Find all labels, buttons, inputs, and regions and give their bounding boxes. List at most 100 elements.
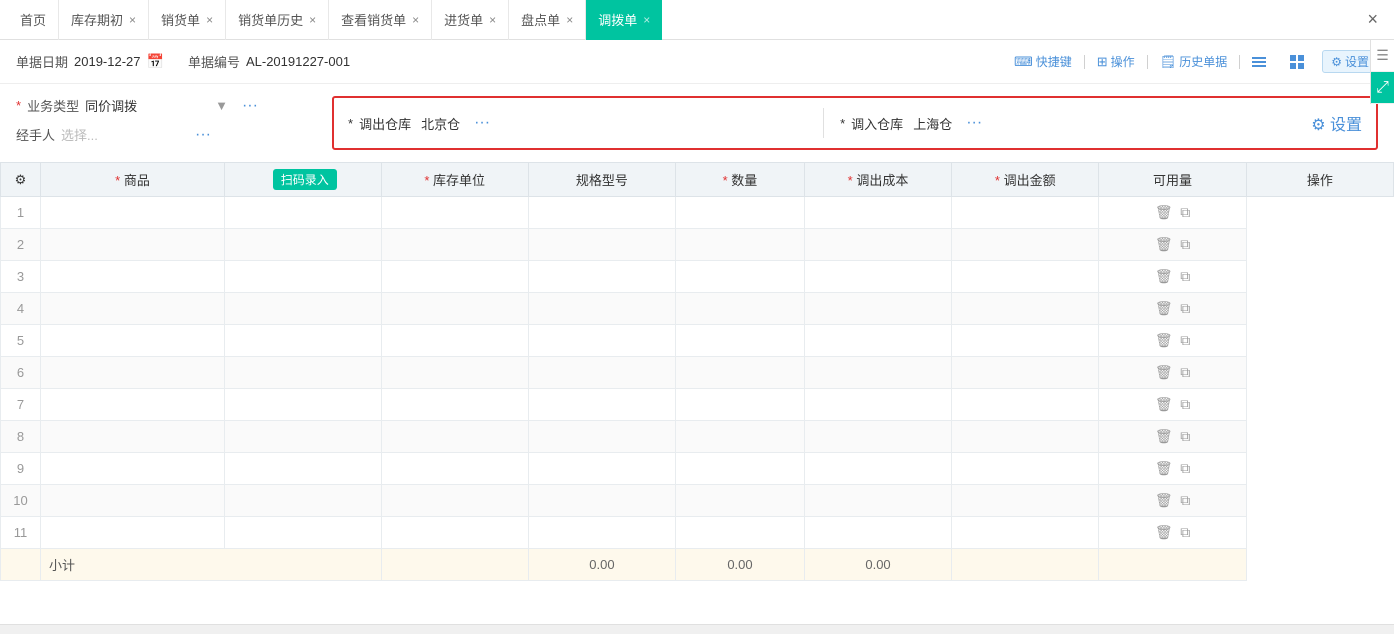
delete-icon-4[interactable]: 🗑 [1155, 300, 1173, 316]
tab-view-sales[interactable]: 查看销货单 × [329, 0, 432, 40]
row-product-3[interactable] [41, 261, 225, 293]
row-available-4[interactable] [952, 293, 1099, 325]
row-qty-10[interactable] [528, 485, 675, 517]
delete-icon-3[interactable]: 🗑 [1155, 268, 1173, 284]
tab-purchase-order[interactable]: 进货单 × [432, 0, 509, 40]
row-unit-1[interactable] [225, 197, 381, 229]
close-sales-history[interactable]: × [309, 13, 316, 27]
close-view-sales[interactable]: × [412, 13, 419, 27]
row-cost-10[interactable] [676, 485, 805, 517]
sidebar-expand-icon[interactable]: ⤢ [1371, 72, 1394, 104]
close-sales-order[interactable]: × [206, 13, 213, 27]
copy-icon-2[interactable]: ⧉ [1180, 236, 1190, 252]
row-product-5[interactable] [41, 325, 225, 357]
row-amount-1[interactable] [804, 197, 951, 229]
layout-button-2[interactable] [1290, 55, 1304, 69]
operations-button[interactable]: ⊞ 操作 [1097, 53, 1135, 70]
row-unit-7[interactable] [225, 389, 381, 421]
row-qty-6[interactable] [528, 357, 675, 389]
row-amount-7[interactable] [804, 389, 951, 421]
tab-inventory-init[interactable]: 库存期初 × [59, 0, 149, 40]
row-cost-5[interactable] [676, 325, 805, 357]
row-available-7[interactable] [952, 389, 1099, 421]
row-cost-1[interactable] [676, 197, 805, 229]
copy-icon-8[interactable]: ⧉ [1180, 428, 1190, 444]
row-spec-9[interactable] [381, 453, 528, 485]
row-spec-7[interactable] [381, 389, 528, 421]
row-cost-9[interactable] [676, 453, 805, 485]
row-qty-8[interactable] [528, 421, 675, 453]
row-spec-1[interactable] [381, 197, 528, 229]
row-cost-7[interactable] [676, 389, 805, 421]
row-cost-8[interactable] [676, 421, 805, 453]
row-unit-4[interactable] [225, 293, 381, 325]
row-product-7[interactable] [41, 389, 225, 421]
delete-icon-9[interactable]: 🗑 [1155, 460, 1173, 476]
close-transfer[interactable]: × [643, 13, 650, 27]
row-product-10[interactable] [41, 485, 225, 517]
row-amount-2[interactable] [804, 229, 951, 261]
row-spec-5[interactable] [381, 325, 528, 357]
transfer-out-more[interactable]: ··· [474, 114, 490, 132]
row-unit-2[interactable] [225, 229, 381, 261]
row-amount-8[interactable] [804, 421, 951, 453]
table-settings-icon[interactable]: ⚙ [15, 172, 27, 187]
row-product-6[interactable] [41, 357, 225, 389]
row-qty-2[interactable] [528, 229, 675, 261]
layout-button-1[interactable] [1252, 53, 1276, 71]
row-product-8[interactable] [41, 421, 225, 453]
row-amount-5[interactable] [804, 325, 951, 357]
row-qty-4[interactable] [528, 293, 675, 325]
row-product-4[interactable] [41, 293, 225, 325]
row-available-9[interactable] [952, 453, 1099, 485]
row-cost-4[interactable] [676, 293, 805, 325]
copy-icon-10[interactable]: ⧉ [1180, 492, 1190, 508]
row-qty-5[interactable] [528, 325, 675, 357]
copy-icon-5[interactable]: ⧉ [1180, 332, 1190, 348]
row-cost-6[interactable] [676, 357, 805, 389]
copy-icon-6[interactable]: ⧉ [1180, 364, 1190, 380]
row-spec-10[interactable] [381, 485, 528, 517]
row-available-5[interactable] [952, 325, 1099, 357]
row-available-2[interactable] [952, 229, 1099, 261]
delete-icon-10[interactable]: 🗑 [1155, 492, 1173, 508]
delete-icon-1[interactable]: 🗑 [1155, 204, 1173, 220]
scan-button[interactable]: 扫码录入 [273, 169, 337, 190]
handler-placeholder[interactable]: 选择... [61, 125, 181, 144]
row-product-11[interactable] [41, 517, 225, 549]
row-available-1[interactable] [952, 197, 1099, 229]
row-qty-3[interactable] [528, 261, 675, 293]
row-amount-10[interactable] [804, 485, 951, 517]
row-amount-4[interactable] [804, 293, 951, 325]
row-spec-2[interactable] [381, 229, 528, 261]
row-amount-3[interactable] [804, 261, 951, 293]
close-inventory-check[interactable]: × [566, 13, 573, 27]
copy-icon-9[interactable]: ⧉ [1180, 460, 1190, 476]
copy-icon-1[interactable]: ⧉ [1180, 204, 1190, 220]
copy-icon-4[interactable]: ⧉ [1180, 300, 1190, 316]
window-close-button[interactable]: × [1351, 0, 1394, 40]
row-available-10[interactable] [952, 485, 1099, 517]
tab-sales-history[interactable]: 销货单历史 × [226, 0, 329, 40]
sidebar-list-icon[interactable]: ☰ [1371, 40, 1394, 72]
row-product-2[interactable] [41, 229, 225, 261]
business-type-more[interactable]: ··· [242, 97, 258, 115]
delete-icon-6[interactable]: 🗑 [1155, 364, 1173, 380]
copy-icon-7[interactable]: ⧉ [1180, 396, 1190, 412]
tab-home[interactable]: 首页 [8, 0, 59, 40]
row-qty-1[interactable] [528, 197, 675, 229]
row-unit-11[interactable] [225, 517, 381, 549]
delete-icon-11[interactable]: 🗑 [1155, 524, 1173, 540]
row-qty-9[interactable] [528, 453, 675, 485]
row-cost-2[interactable] [676, 229, 805, 261]
row-spec-4[interactable] [381, 293, 528, 325]
delete-icon-8[interactable]: 🗑 [1155, 428, 1173, 444]
delete-icon-5[interactable]: 🗑 [1155, 332, 1173, 348]
row-cost-11[interactable] [676, 517, 805, 549]
handler-more[interactable]: ··· [195, 126, 211, 144]
row-unit-9[interactable] [225, 453, 381, 485]
row-unit-6[interactable] [225, 357, 381, 389]
tab-inventory-check[interactable]: 盘点单 × [509, 0, 586, 40]
delete-icon-7[interactable]: 🗑 [1155, 396, 1173, 412]
row-spec-11[interactable] [381, 517, 528, 549]
